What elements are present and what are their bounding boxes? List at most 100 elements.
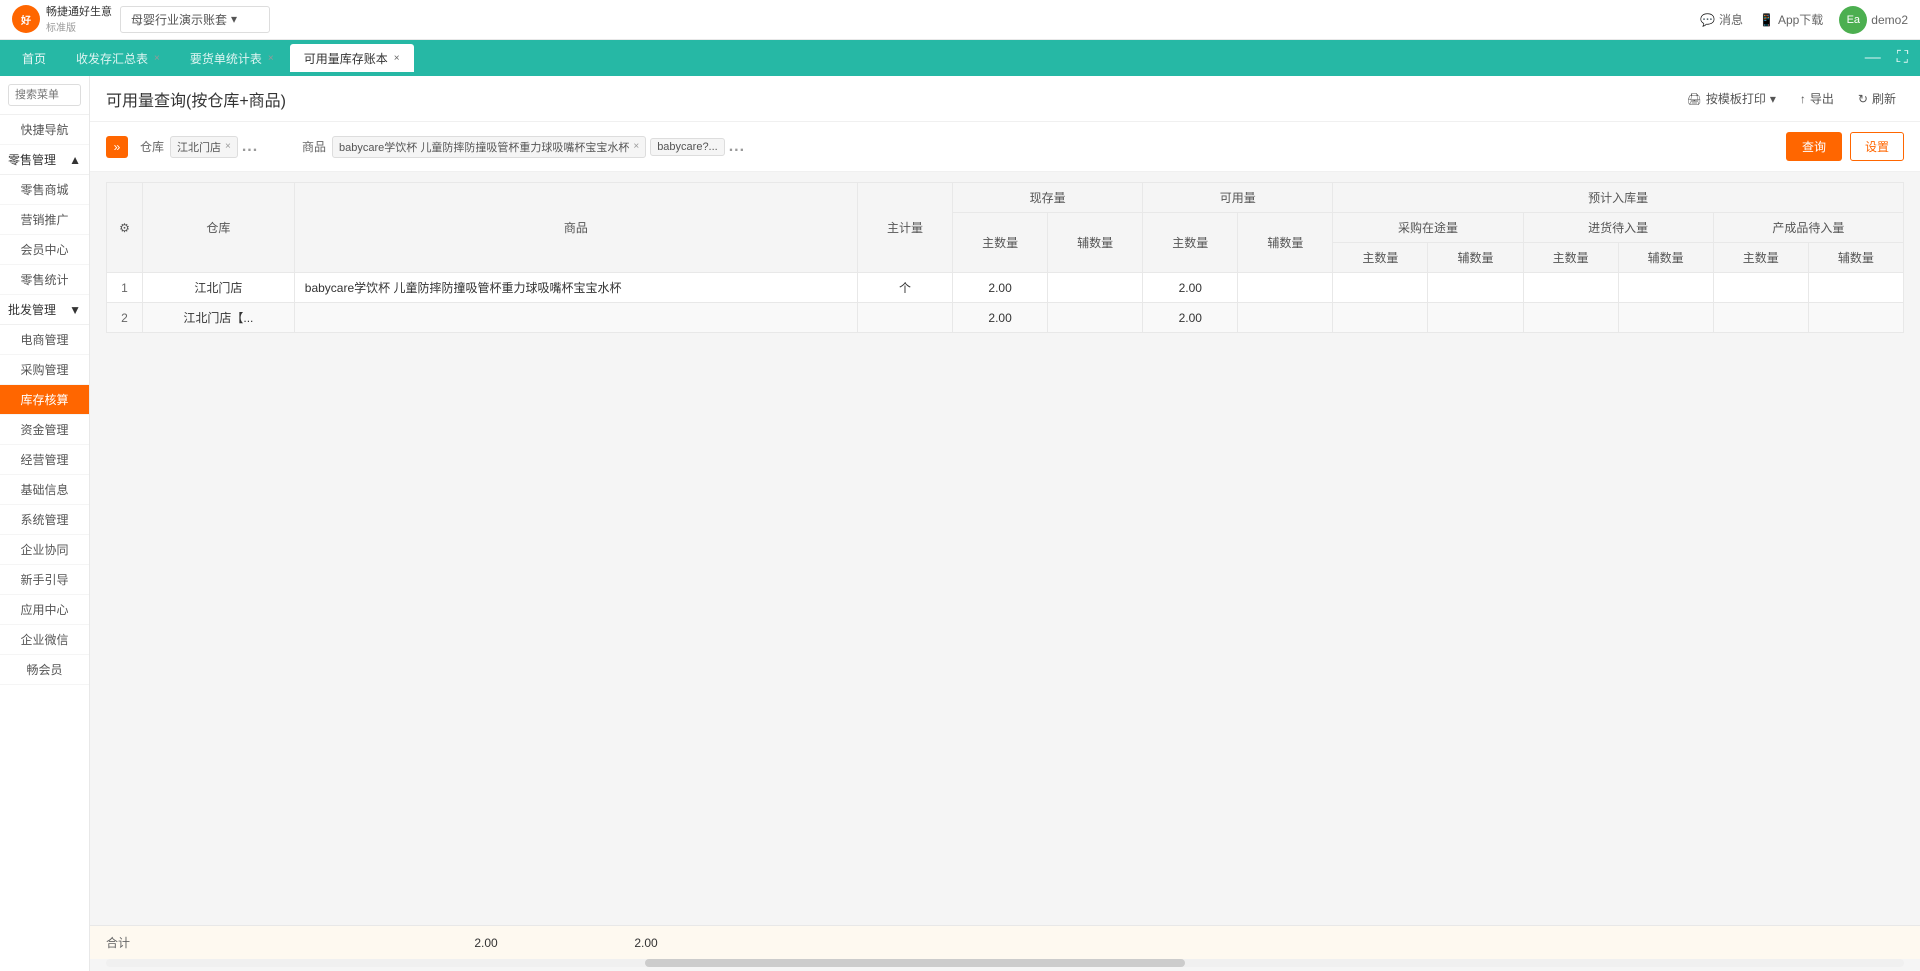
col-goodsin-main: 主数量 — [1523, 243, 1618, 273]
row-1-pur-aux — [1428, 273, 1523, 303]
sidebar-item-members[interactable]: 会员中心 — [0, 235, 89, 265]
row-1-avail-aux — [1238, 273, 1333, 303]
tab-inventory[interactable]: 可用量库存账本 × — [290, 44, 414, 72]
warehouse-filter-label: 仓库 — [140, 138, 164, 155]
tab-inventory-close[interactable]: × — [394, 53, 400, 64]
sidebar-enterprise-label: 企业协同 — [20, 543, 68, 557]
sidebar-item-basic-info[interactable]: 基础信息 — [0, 475, 89, 505]
row-2-warehouse: 江北门店【... — [143, 303, 295, 333]
app-download-button[interactable]: 📱 App下载 — [1759, 11, 1823, 28]
row-2-pur-main — [1333, 303, 1428, 333]
sidebar-item-ecommerce[interactable]: 电商管理 — [0, 325, 89, 355]
col-avail-aux: 辅数量 — [1238, 213, 1333, 273]
tab-orders-label: 要货单统计表 — [190, 50, 262, 67]
sidebar-guide-label: 新手引导 — [20, 573, 68, 587]
sidebar-item-system[interactable]: 系统管理 — [0, 505, 89, 535]
message-button[interactable]: 💬 消息 — [1700, 11, 1743, 28]
sidebar-item-enterprise-wechat[interactable]: 企业微信 — [0, 625, 89, 655]
footer-avail-main: 2.00 — [606, 936, 686, 950]
sidebar-item-retail-mgmt[interactable]: 零售管理 ▲ — [0, 145, 89, 175]
table-scrollbar[interactable] — [106, 959, 1904, 967]
sidebar-item-member[interactable]: 畅会员 — [0, 655, 89, 685]
row-2-num: 2 — [107, 303, 143, 333]
store-selector[interactable]: 母婴行业演示账套 ▾ — [120, 6, 270, 33]
sidebar-item-inventory[interactable]: 库存核算 — [0, 385, 89, 415]
print-button[interactable]: 🖨 按模板打印 ▾ — [1679, 86, 1784, 111]
goods-filter-group: 商品 babycare学饮杯 儿童防摔防撞吸管杯重力球吸嘴杯宝宝水杯 × bab… — [302, 136, 745, 158]
sidebar-item-finance[interactable]: 资金管理 — [0, 415, 89, 445]
warehouse-filter-group: 仓库 江北门店 × ... — [140, 136, 290, 158]
tab-orders-close[interactable]: × — [268, 53, 274, 64]
setting-button[interactable]: 设置 — [1850, 132, 1904, 161]
search-input[interactable] — [8, 84, 81, 106]
col-settings[interactable]: ⚙ — [107, 183, 143, 273]
sidebar-app-center-label: 应用中心 — [20, 603, 68, 617]
tab-home-label: 首页 — [22, 50, 46, 67]
footer-stock-aux — [526, 936, 606, 950]
sidebar-item-wholesale-mgmt[interactable]: 批发管理 ▼ — [0, 295, 89, 325]
col-purchase-aux: 辅数量 — [1428, 243, 1523, 273]
sidebar-purchase-label: 采购管理 — [20, 363, 68, 377]
sidebar-item-operations[interactable]: 经营管理 — [0, 445, 89, 475]
row-2-stock-main: 2.00 — [953, 303, 1048, 333]
sidebar-item-enterprise[interactable]: 企业协同 — [0, 535, 89, 565]
sidebar-item-purchase[interactable]: 采购管理 — [0, 355, 89, 385]
download-icon: 📱 — [1759, 13, 1774, 27]
sidebar-inventory-label: 库存核算 — [20, 393, 68, 407]
nav-minimize-icon[interactable]: — — [1861, 49, 1885, 67]
sidebar-system-label: 系统管理 — [20, 513, 68, 527]
warehouse-tag[interactable]: 江北门店 × — [170, 136, 238, 158]
sidebar-wholesale-label: 批发管理 — [8, 301, 56, 318]
refresh-button[interactable]: ↻ 刷新 — [1850, 86, 1904, 111]
filter-expand-button[interactable]: » — [106, 136, 128, 158]
goods-more-icon[interactable]: ... — [729, 138, 745, 156]
warehouse-tag-close-icon[interactable]: × — [225, 141, 231, 152]
sidebar-item-app-center[interactable]: 应用中心 — [0, 595, 89, 625]
logo-sub: 标准版 — [46, 19, 112, 34]
goods-tag-2[interactable]: babycare?... — [650, 138, 725, 156]
avatar: Ea — [1839, 6, 1867, 34]
row-1-prod-main — [1713, 273, 1808, 303]
goods-tag-1-close-icon[interactable]: × — [633, 141, 639, 152]
col-production-pending: 产成品待入量 — [1713, 213, 1903, 243]
row-1-goods: babycare学饮杯 儿童防摔防撞吸管杯重力球吸嘴杯宝宝水杯 — [294, 273, 857, 303]
query-button[interactable]: 查询 — [1786, 132, 1842, 161]
goods-tag-1[interactable]: babycare学饮杯 儿童防摔防撞吸管杯重力球吸嘴杯宝宝水杯 × — [332, 136, 646, 158]
row-1-prod-aux — [1808, 273, 1903, 303]
user-area[interactable]: Ea demo2 — [1839, 6, 1908, 34]
print-chevron-icon: ▾ — [1770, 92, 1776, 106]
sidebar-retail-mgmt-label: 零售管理 — [8, 151, 56, 168]
sidebar-search-area — [0, 76, 89, 115]
col-avail-main: 主数量 — [1143, 213, 1238, 273]
tab-receipts-close[interactable]: × — [154, 53, 160, 64]
sidebar-item-guide[interactable]: 新手引导 — [0, 565, 89, 595]
refresh-icon: ↻ — [1858, 92, 1868, 106]
row-1-gin-main — [1523, 273, 1618, 303]
sidebar-operations-label: 经营管理 — [20, 453, 68, 467]
top-bar-right: 💬 消息 📱 App下载 Ea demo2 — [1700, 6, 1908, 34]
sidebar-enterprise-wechat-label: 企业微信 — [20, 633, 68, 647]
sidebar-item-marketing[interactable]: 营销推广 — [0, 205, 89, 235]
export-button[interactable]: ↑ 导出 — [1792, 86, 1842, 111]
warehouse-more-icon[interactable]: ... — [242, 138, 258, 156]
goods-filter-tags: babycare学饮杯 儿童防摔防撞吸管杯重力球吸嘴杯宝宝水杯 × babyca… — [332, 136, 745, 158]
sidebar-retail-stats-label: 零售统计 — [20, 273, 68, 287]
sidebar-item-retail-mall[interactable]: 零售商城 — [0, 175, 89, 205]
row-1-gin-aux — [1618, 273, 1713, 303]
logo-text: 畅捷通好生意 — [46, 5, 112, 19]
footer-stock-main: 2.00 — [446, 936, 526, 950]
avatar-text: Ea — [1847, 14, 1860, 26]
chevron-up-icon: ▲ — [69, 153, 81, 167]
chevron-down-icon: ▼ — [69, 303, 81, 317]
logo-area: 好 畅捷通好生意 标准版 — [12, 5, 112, 34]
tab-home[interactable]: 首页 — [8, 44, 60, 72]
sidebar-item-retail-stats[interactable]: 零售统计 — [0, 265, 89, 295]
sidebar-item-quick-nav[interactable]: 快捷导航 — [0, 115, 89, 145]
col-main-unit: 主计量 — [857, 183, 952, 273]
nav-expand-icon[interactable]: ⛶ — [1893, 49, 1912, 67]
table-row: 2 江北门店【... 2.00 2.00 — [107, 303, 1904, 333]
tab-receipts[interactable]: 收发存汇总表 × — [62, 44, 174, 72]
table-scrollbar-thumb[interactable] — [645, 959, 1184, 967]
sidebar-quick-nav-label: 快捷导航 — [20, 123, 68, 137]
tab-orders[interactable]: 要货单统计表 × — [176, 44, 288, 72]
